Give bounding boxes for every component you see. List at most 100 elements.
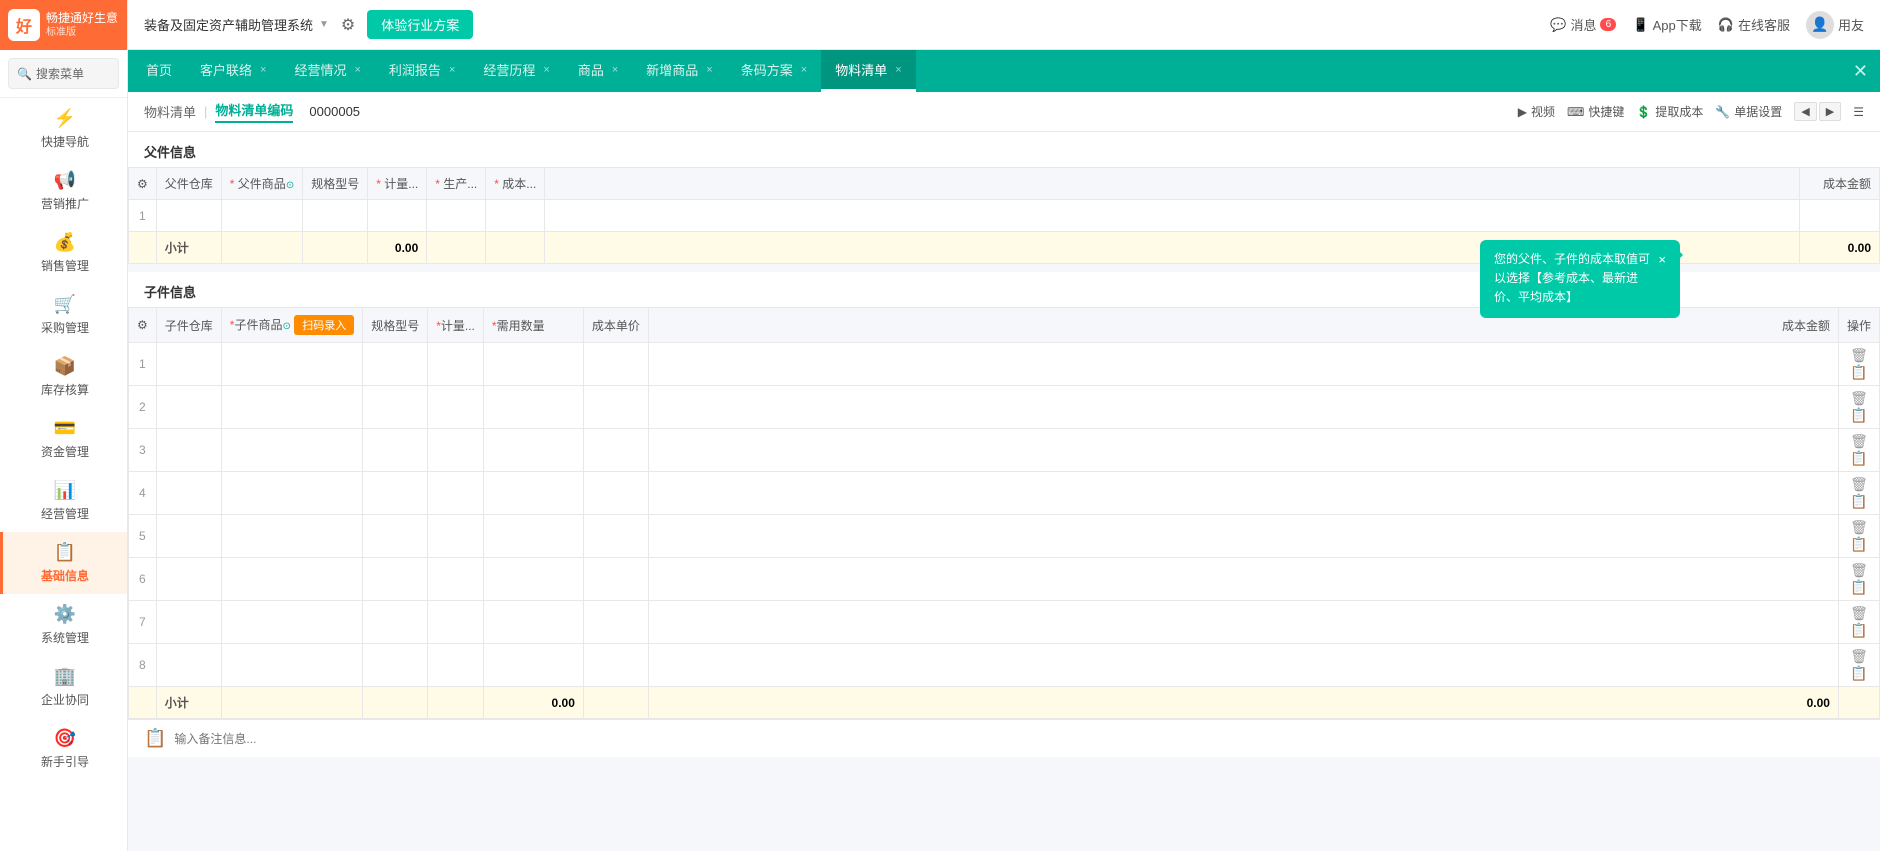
view-button[interactable]: ▶ 视频 (1518, 103, 1555, 120)
copy-icon[interactable]: 📋 (1850, 407, 1867, 423)
close-all-tabs-button[interactable]: ✕ (1845, 61, 1876, 82)
parent-qty-1[interactable] (368, 200, 427, 232)
child-goods-8[interactable] (221, 644, 362, 687)
child-unit-cost-2[interactable] (583, 386, 648, 429)
prev-arrow-button[interactable]: ◀ (1794, 102, 1816, 121)
scan-input-button[interactable]: 扫码录入 (294, 315, 354, 335)
child-goods-2[interactable] (221, 386, 362, 429)
child-spec-2[interactable] (363, 386, 428, 429)
tab-customer[interactable]: 客户联络 × (186, 50, 280, 92)
child-spec-8[interactable] (363, 644, 428, 687)
sidebar-item-basic-info[interactable]: 📋 基础信息 (0, 532, 127, 594)
child-spec-4[interactable] (363, 472, 428, 515)
delete-icon[interactable]: 🗑 (1850, 605, 1868, 621)
child-spec-6[interactable] (363, 558, 428, 601)
child-warehouse-3[interactable] (156, 429, 221, 472)
child-warehouse-1[interactable] (156, 343, 221, 386)
child-qty-unit-1[interactable] (428, 343, 484, 386)
child-needed-qty-3[interactable] (483, 429, 583, 472)
sidebar-item-enterprise[interactable]: 🏢 企业协同 (0, 656, 127, 718)
sidebar-item-marketing[interactable]: 📢 营销推广 (0, 160, 127, 222)
delete-icon[interactable]: 🗑 (1850, 390, 1868, 406)
child-needed-qty-8[interactable] (483, 644, 583, 687)
remarks-input[interactable] (174, 732, 1864, 746)
child-goods-6[interactable] (221, 558, 362, 601)
copy-icon[interactable]: 📋 (1850, 665, 1867, 681)
message-button[interactable]: 💬 消息 6 (1550, 15, 1616, 34)
child-unit-cost-8[interactable] (583, 644, 648, 687)
child-spec-3[interactable] (363, 429, 428, 472)
child-goods-3[interactable] (221, 429, 362, 472)
delete-icon[interactable]: 🗑 (1850, 648, 1868, 664)
tab-operations[interactable]: 经营情况 × (280, 50, 374, 92)
shortcut-button[interactable]: ⌨ 快捷键 (1567, 103, 1624, 120)
sidebar-item-operations[interactable]: 📊 经营管理 (0, 470, 127, 532)
bom-code-tab[interactable]: 物料清单编码 (215, 100, 293, 123)
child-qty-unit-6[interactable] (428, 558, 484, 601)
single-setting-button[interactable]: 🔧 单据设置 (1715, 103, 1782, 120)
tab-close-icon[interactable]: × (801, 64, 807, 76)
sidebar-item-quick-nav[interactable]: ⚡ 快捷导航 (0, 98, 127, 160)
child-goods-4[interactable] (221, 472, 362, 515)
sidebar-item-purchase[interactable]: 🛒 采购管理 (0, 284, 127, 346)
parent-goods-1[interactable] (221, 200, 302, 232)
child-goods-7[interactable] (221, 601, 362, 644)
child-spec-1[interactable] (363, 343, 428, 386)
child-needed-qty-4[interactable] (483, 472, 583, 515)
search-menu-button[interactable]: 🔍 搜索菜单 (8, 58, 119, 89)
sidebar-item-finance[interactable]: 💳 资金管理 (0, 408, 127, 470)
child-qty-unit-2[interactable] (428, 386, 484, 429)
tab-close-icon[interactable]: × (612, 64, 618, 76)
child-qty-unit-7[interactable] (428, 601, 484, 644)
child-unit-cost-7[interactable] (583, 601, 648, 644)
child-unit-cost-3[interactable] (583, 429, 648, 472)
parent-spec-1[interactable] (303, 200, 368, 232)
child-goods-1[interactable] (221, 343, 362, 386)
child-warehouse-7[interactable] (156, 601, 221, 644)
user-menu[interactable]: 👤 用友 (1806, 11, 1864, 39)
sidebar-item-inventory[interactable]: 📦 库存核算 (0, 346, 127, 408)
delete-icon[interactable]: 🗑 (1850, 476, 1868, 492)
copy-icon[interactable]: 📋 (1850, 536, 1867, 552)
online-service-button[interactable]: 🎧 在线客服 (1718, 15, 1790, 34)
parent-produce-1[interactable] (427, 200, 486, 232)
child-warehouse-2[interactable] (156, 386, 221, 429)
child-warehouse-8[interactable] (156, 644, 221, 687)
delete-icon[interactable]: 🗑 (1850, 519, 1868, 535)
settings-icon[interactable]: ⚙ (341, 15, 355, 35)
child-warehouse-4[interactable] (156, 472, 221, 515)
child-goods-5[interactable] (221, 515, 362, 558)
sidebar-item-sales[interactable]: 💰 销售管理 (0, 222, 127, 284)
delete-icon[interactable]: 🗑 (1850, 433, 1868, 449)
tab-goods[interactable]: 商品 × (564, 50, 632, 92)
tab-history[interactable]: 经营历程 × (469, 50, 563, 92)
child-spec-7[interactable] (363, 601, 428, 644)
tab-close-icon[interactable]: × (543, 64, 549, 76)
tooltip-close-button[interactable]: × (1658, 250, 1666, 271)
delete-icon[interactable]: 🗑 (1850, 347, 1868, 363)
trial-button[interactable]: 体验行业方案 (367, 10, 473, 39)
child-needed-qty-5[interactable] (483, 515, 583, 558)
child-qty-unit-4[interactable] (428, 472, 484, 515)
child-needed-qty-1[interactable] (483, 343, 583, 386)
sidebar-item-system[interactable]: ⚙️ 系统管理 (0, 594, 127, 656)
child-qty-unit-5[interactable] (428, 515, 484, 558)
next-arrow-button[interactable]: ▶ (1819, 102, 1841, 121)
copy-icon[interactable]: 📋 (1850, 364, 1867, 380)
child-needed-qty-6[interactable] (483, 558, 583, 601)
copy-icon[interactable]: 📋 (1850, 493, 1867, 509)
tab-close-icon[interactable]: × (260, 64, 266, 76)
bom-list-tab[interactable]: 物料清单 (144, 102, 196, 121)
view-switch-button[interactable]: ☰ (1853, 105, 1864, 119)
tab-close-icon[interactable]: × (895, 64, 901, 76)
child-unit-cost-1[interactable] (583, 343, 648, 386)
child-unit-cost-4[interactable] (583, 472, 648, 515)
tab-close-icon[interactable]: × (354, 64, 360, 76)
tab-bom[interactable]: 物料清单 × (821, 50, 915, 92)
parent-warehouse-1[interactable] (156, 200, 221, 232)
delete-icon[interactable]: 🗑 (1850, 562, 1868, 578)
tab-new-goods[interactable]: 新增商品 × (632, 50, 726, 92)
child-unit-cost-6[interactable] (583, 558, 648, 601)
tab-home[interactable]: 首页 (132, 50, 186, 92)
copy-icon[interactable]: 📋 (1850, 450, 1867, 466)
